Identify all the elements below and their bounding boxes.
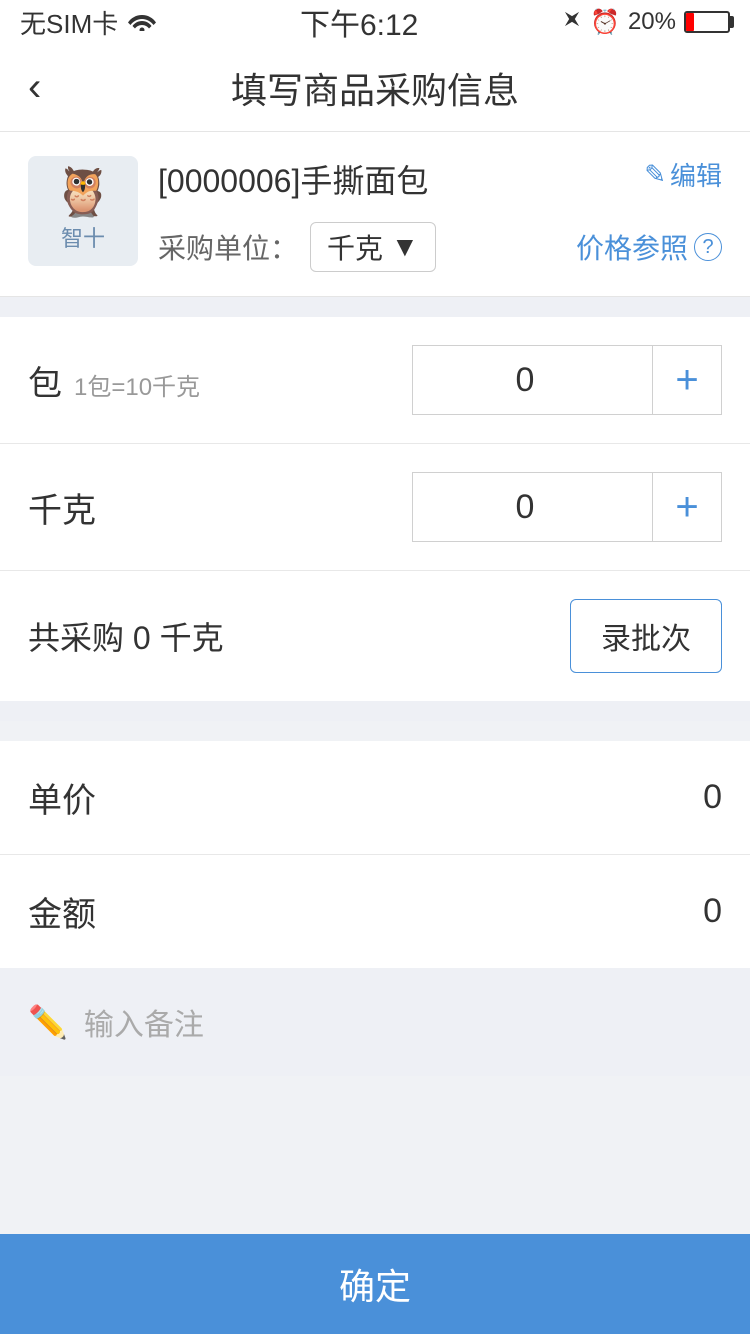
kg-quantity-input[interactable] — [412, 472, 652, 542]
bag-quantity-input[interactable] — [412, 345, 652, 415]
pencil-icon: ✏️ — [28, 1003, 68, 1041]
battery-percent: 20% — [628, 8, 676, 36]
bag-sub-label: 1包=10千克 — [74, 367, 200, 402]
unit-value: 千克 — [327, 227, 383, 267]
kg-plus-button[interactable]: + — [652, 472, 722, 542]
carrier-text: 无SIM卡 — [20, 4, 118, 41]
status-left: 无SIM卡 — [20, 4, 156, 41]
amount-row: 金额 0 — [0, 855, 750, 968]
kg-input-control: + — [412, 472, 722, 542]
product-name: [0000006]手撕面包 — [158, 156, 428, 202]
product-image: 🦉 智十 — [28, 156, 138, 266]
price-section: 单价 0 金额 0 — [0, 741, 750, 968]
bag-input-row: 包 1包=10千克 + — [0, 317, 750, 444]
status-bar: 无SIM卡 下午6:12 ⏰ 20% — [0, 0, 750, 44]
edit-icon: ✎ — [644, 159, 666, 190]
product-thumbnail-icon: 🦉 — [53, 169, 113, 217]
edit-button[interactable]: ✎ 编辑 — [644, 156, 722, 193]
battery-icon — [684, 11, 730, 33]
amount-label: 金额 — [28, 887, 96, 936]
bag-plus-button[interactable]: + — [652, 345, 722, 415]
section-divider-2 — [0, 701, 750, 721]
edit-label: 编辑 — [670, 156, 722, 193]
unit-prefix: 采购单位： — [158, 227, 298, 267]
confirm-button[interactable]: 确定 — [0, 1234, 750, 1334]
unit-price-value: 0 — [703, 778, 722, 817]
unit-price-label: 单价 — [28, 773, 96, 822]
product-thumbnail-label: 智十 — [53, 221, 113, 253]
note-placeholder: 输入备注 — [84, 1000, 204, 1044]
kg-input-row: 千克 + — [0, 444, 750, 571]
dropdown-arrow-icon: ▼ — [391, 231, 419, 263]
note-section[interactable]: ✏️ 输入备注 — [0, 968, 750, 1076]
alarm-icon: ⏰ — [590, 8, 620, 37]
product-card: 🦉 智十 [0000006]手撕面包 ✎ 编辑 采购单位： 千克 ▼ — [0, 132, 750, 297]
unit-price-row: 单价 0 — [0, 741, 750, 855]
status-time: 下午6:12 — [300, 0, 418, 44]
total-label: 共采购 0 千克 — [28, 613, 224, 659]
unit-dropdown[interactable]: 千克 ▼ — [310, 222, 436, 272]
wifi-icon — [128, 7, 156, 38]
kg-label: 千克 — [28, 483, 96, 532]
input-section: 包 1包=10千克 + 千克 + 共采购 0 千克 录批次 — [0, 317, 750, 701]
status-right: ⏰ 20% — [562, 8, 730, 37]
nav-bar: ‹ 填写商品采购信息 — [0, 44, 750, 132]
page-title: 填写商品采购信息 — [231, 62, 519, 114]
price-ref-button[interactable]: 价格参照 ? — [576, 227, 722, 267]
price-ref-label: 价格参照 — [576, 227, 688, 267]
help-icon: ? — [694, 233, 722, 261]
bag-input-control: + — [412, 345, 722, 415]
product-info: [0000006]手撕面包 ✎ 编辑 采购单位： 千克 ▼ 价格参照 ? — [158, 156, 722, 272]
batch-button[interactable]: 录批次 — [570, 599, 722, 673]
back-button[interactable]: ‹ — [28, 65, 41, 110]
amount-value: 0 — [703, 892, 722, 931]
total-row: 共采购 0 千克 录批次 — [0, 571, 750, 701]
section-divider-1 — [0, 297, 750, 317]
location-icon — [562, 8, 582, 36]
bag-label: 包 — [28, 356, 62, 405]
